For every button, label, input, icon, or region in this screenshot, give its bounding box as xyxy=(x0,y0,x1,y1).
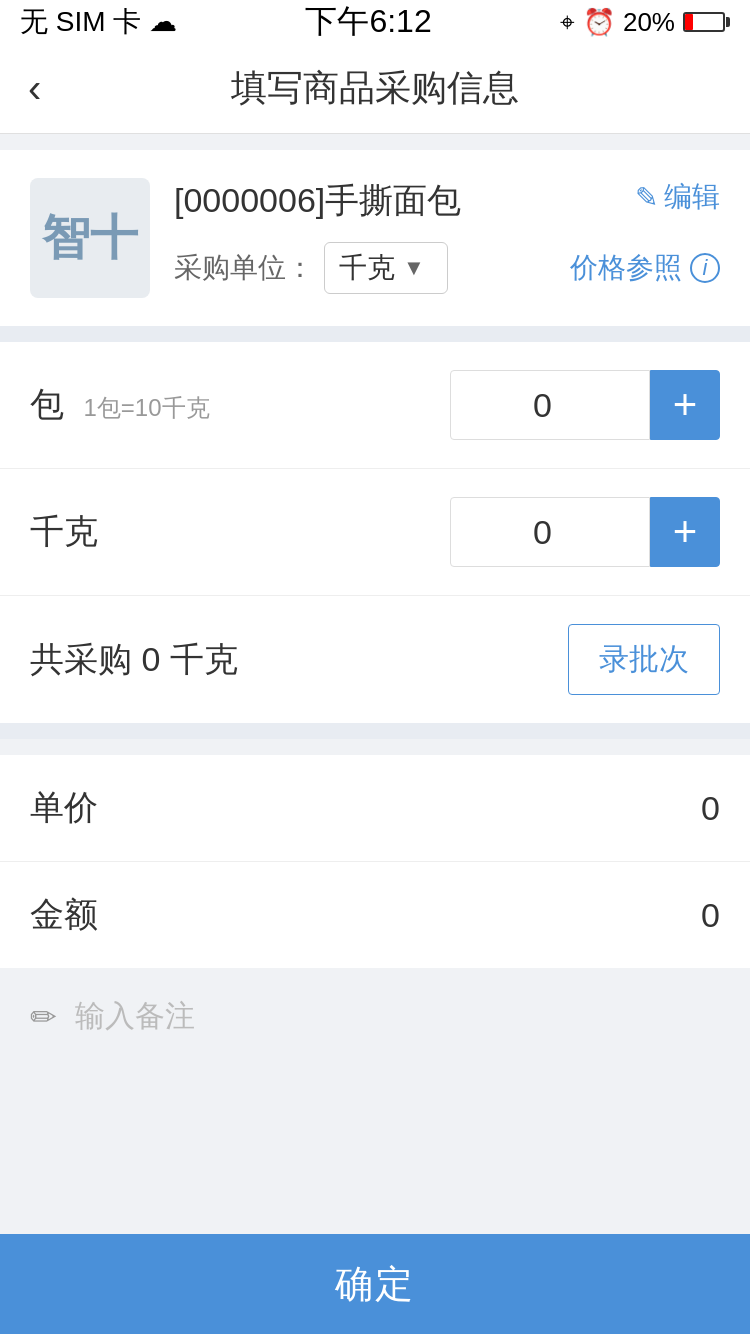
product-header: [0000006]手撕面包 ✎ 编辑 xyxy=(174,178,720,224)
edit-icon: ✎ xyxy=(635,181,658,214)
increment-bag-button[interactable]: + xyxy=(650,370,720,440)
input-wrap-bag: + xyxy=(450,370,720,440)
input-label-bag: 包 1包=10千克 xyxy=(30,382,450,428)
unit-select[interactable]: 千克 ▼ xyxy=(324,242,448,294)
input-row-kg: 千克 + xyxy=(0,469,750,596)
increment-kg-button[interactable]: + xyxy=(650,497,720,567)
product-image: 智十 xyxy=(30,178,150,298)
section-divider-1 xyxy=(0,326,750,342)
unit-price-row: 单价 0 xyxy=(0,755,750,862)
amount-row: 金额 0 xyxy=(0,862,750,968)
input-label-kg: 千克 xyxy=(30,509,450,555)
pencil-icon: ✏ xyxy=(30,998,57,1036)
back-button[interactable]: ‹ xyxy=(28,66,41,111)
dropdown-arrow-icon: ▼ xyxy=(403,255,425,281)
unit-label: 采购单位： xyxy=(174,249,314,287)
info-icon: i xyxy=(690,253,720,283)
status-left: 无 SIM 卡 ☁ xyxy=(20,3,177,41)
nav-bar: ‹ 填写商品采购信息 xyxy=(0,44,750,134)
product-info: [0000006]手撕面包 ✎ 编辑 采购单位： 千克 ▼ 价格参照 i xyxy=(174,178,720,294)
status-time: 下午6:12 xyxy=(305,0,431,44)
edit-button[interactable]: ✎ 编辑 xyxy=(635,178,720,216)
price-ref-label: 价格参照 xyxy=(570,249,682,287)
status-bar: 无 SIM 卡 ☁ 下午6:12 ⌖ ⏰ 20% xyxy=(0,0,750,44)
unit-price-value: 0 xyxy=(701,789,720,828)
product-card: 智十 [0000006]手撕面包 ✎ 编辑 采购单位： 千克 ▼ 价格参照 i xyxy=(0,150,750,326)
batch-button[interactable]: 录批次 xyxy=(568,624,720,695)
input-section: 包 1包=10千克 + 千克 + xyxy=(0,342,750,596)
amount-value: 0 xyxy=(701,896,720,935)
confirm-button[interactable]: 确定 xyxy=(0,1234,750,1334)
input-row-bag: 包 1包=10千克 + xyxy=(0,342,750,469)
quantity-input-kg[interactable] xyxy=(450,497,650,567)
input-wrap-kg: + xyxy=(450,497,720,567)
product-unit-row: 采购单位： 千克 ▼ 价格参照 i xyxy=(174,242,720,294)
remark-placeholder: 输入备注 xyxy=(75,996,195,1037)
sim-signal: 无 SIM 卡 ☁ xyxy=(20,3,177,41)
amount-label: 金额 xyxy=(30,892,98,938)
product-name: [0000006]手撕面包 xyxy=(174,178,461,224)
price-ref-button[interactable]: 价格参照 i xyxy=(570,249,720,287)
battery-icon xyxy=(683,12,730,32)
quantity-input-bag[interactable] xyxy=(450,370,650,440)
price-section: 单价 0 金额 0 xyxy=(0,755,750,968)
unit-value: 千克 xyxy=(339,249,395,287)
product-logo: 智十 xyxy=(42,214,138,262)
location-icon: ⌖ xyxy=(560,7,575,38)
section-divider-2 xyxy=(0,723,750,739)
alarm-icon: ⏰ xyxy=(583,7,615,38)
summary-row: 共采购 0 千克 录批次 xyxy=(0,596,750,723)
input-sublabel-bag: 1包=10千克 xyxy=(83,394,209,421)
status-right: ⌖ ⏰ 20% xyxy=(560,7,730,38)
unit-price-label: 单价 xyxy=(30,785,98,831)
page-title: 填写商品采购信息 xyxy=(231,64,519,113)
summary-text: 共采购 0 千克 xyxy=(30,637,238,683)
battery-percent: 20% xyxy=(623,7,675,38)
